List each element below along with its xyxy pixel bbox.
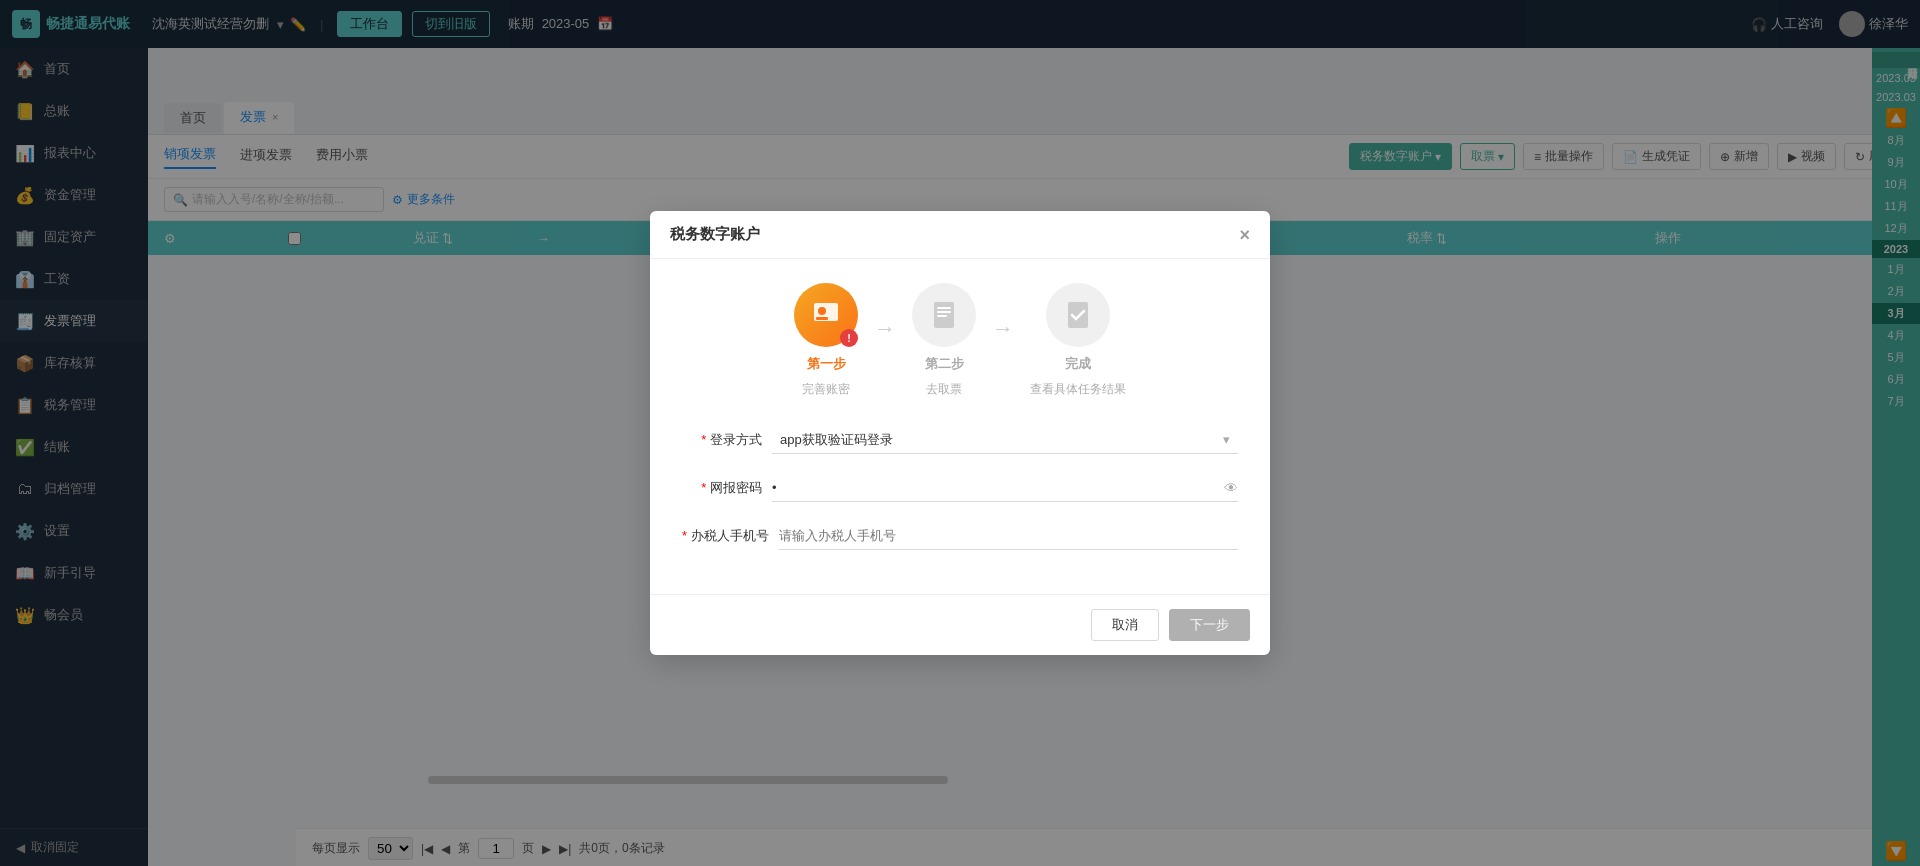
- step-1: ! 第一步 完善账密: [794, 283, 858, 398]
- cancel-button[interactable]: 取消: [1091, 609, 1159, 641]
- step-3: 完成 查看具体任务结果: [1030, 283, 1126, 398]
- modal-footer: 取消 下一步: [650, 594, 1270, 655]
- svg-point-1: [818, 307, 826, 315]
- modal-title: 税务数字账户: [670, 225, 760, 244]
- password-label: * 网报密码: [682, 479, 772, 497]
- modal-header: 税务数字账户 ×: [650, 211, 1270, 259]
- next-button[interactable]: 下一步: [1169, 609, 1250, 641]
- phone-label: * 办税人手机号: [682, 527, 779, 545]
- login-method-arrow-icon: ▾: [1223, 432, 1230, 447]
- step1-icon: !: [794, 283, 858, 347]
- modal-body: ! 第一步 完善账密 →: [650, 259, 1270, 594]
- step1-label: 第一步: [807, 355, 846, 373]
- step-2: 第二步 去取票: [912, 283, 976, 398]
- step3-label: 完成: [1065, 355, 1091, 373]
- form-row-password: * 网报密码 👁: [682, 474, 1238, 502]
- modal-close-button[interactable]: ×: [1239, 226, 1250, 244]
- password-field-wrapper: 👁: [772, 474, 1238, 502]
- modal-overlay[interactable]: 税务数字账户 × ! 第一步 完善账密: [0, 0, 1920, 866]
- step3-icon: [1046, 283, 1110, 347]
- svg-rect-2: [816, 317, 828, 320]
- svg-rect-6: [937, 315, 947, 317]
- login-method-select[interactable]: app获取验证码登录 ▾: [772, 426, 1238, 454]
- step3-desc: 查看具体任务结果: [1030, 381, 1126, 398]
- form-row-phone: * 办税人手机号: [682, 522, 1238, 550]
- step2-desc: 去取票: [926, 381, 962, 398]
- steps-indicator: ! 第一步 完善账密 →: [682, 283, 1238, 398]
- step2-label: 第二步: [925, 355, 964, 373]
- step2-icon: [912, 283, 976, 347]
- step1-desc: 完善账密: [802, 381, 850, 398]
- step-arrow-2: →: [992, 316, 1014, 366]
- login-method-label: * 登录方式: [682, 431, 772, 449]
- password-input[interactable]: [772, 480, 1224, 495]
- modal-dialog: 税务数字账户 × ! 第一步 完善账密: [650, 211, 1270, 655]
- form-row-login-method: * 登录方式 app获取验证码登录 ▾: [682, 426, 1238, 454]
- phone-field-wrapper: [779, 522, 1238, 550]
- phone-input[interactable]: [779, 528, 1238, 543]
- svg-rect-5: [937, 311, 951, 313]
- eye-icon[interactable]: 👁: [1224, 480, 1238, 496]
- step-arrow-1: →: [874, 316, 896, 366]
- svg-rect-4: [937, 307, 951, 309]
